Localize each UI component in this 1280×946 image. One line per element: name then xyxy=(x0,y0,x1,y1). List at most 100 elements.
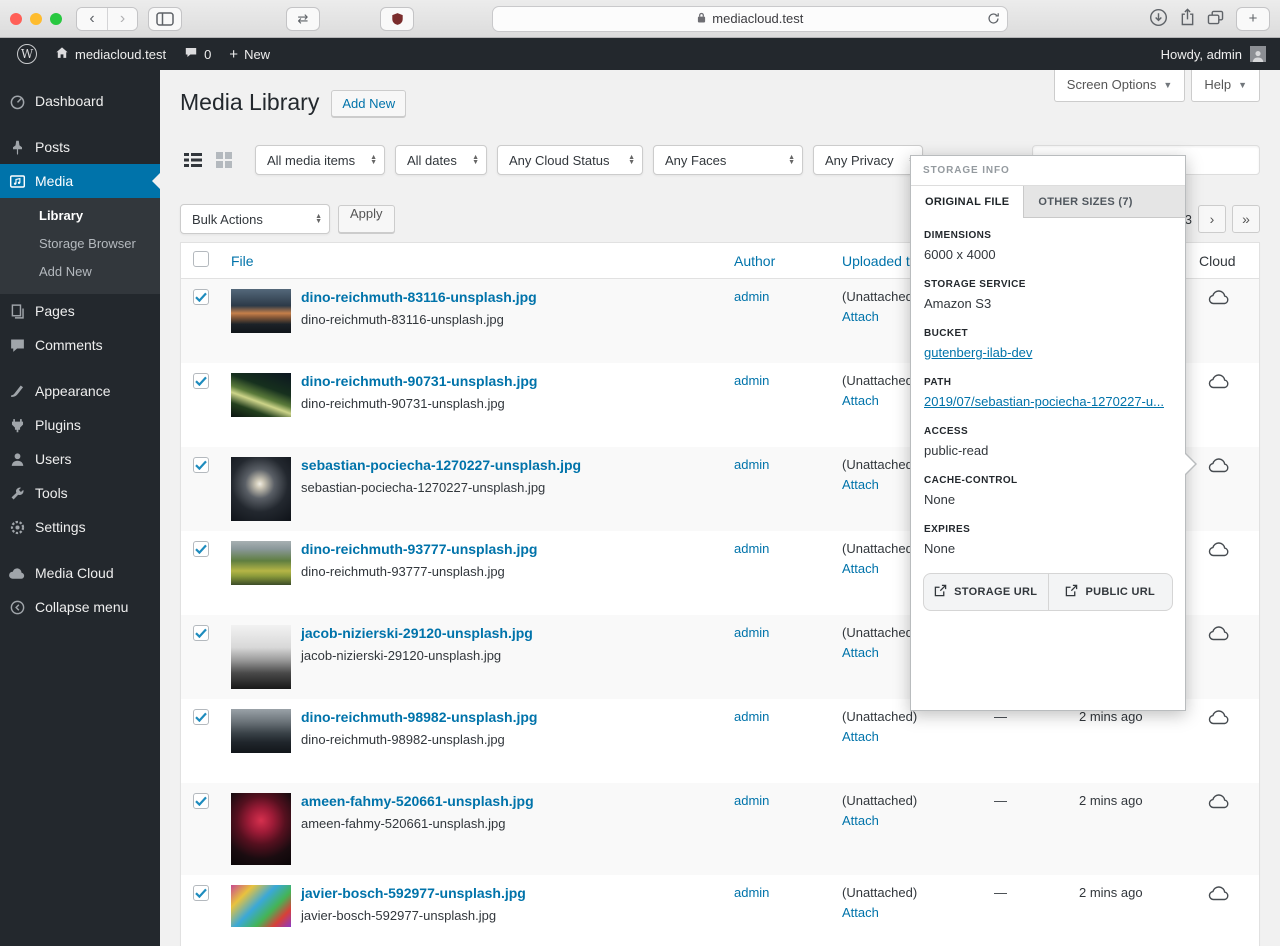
apply-button[interactable]: Apply xyxy=(338,205,395,233)
faces-filter[interactable]: Any Faces ▲▼ xyxy=(653,145,803,175)
sidebar-item-posts[interactable]: Posts xyxy=(0,130,160,164)
cloud-status-icon[interactable] xyxy=(1207,541,1231,561)
media-title-link[interactable]: dino-reichmuth-83116-unsplash.jpg xyxy=(301,289,537,305)
screen-options-tab[interactable]: Screen Options ▼ xyxy=(1054,70,1186,102)
privacy-filter[interactable]: Any Privacy ▲▼ xyxy=(813,145,923,175)
row-checkbox[interactable] xyxy=(193,457,209,473)
sidebar-subitem-add-new[interactable]: Add New xyxy=(0,258,160,286)
public-url-button[interactable]: PUBLIC URL xyxy=(1048,574,1173,610)
sidebar-item-tools[interactable]: Tools xyxy=(0,476,160,510)
select-all-checkbox[interactable] xyxy=(193,251,209,267)
cloud-status-filter[interactable]: Any Cloud Status ▲▼ xyxy=(497,145,643,175)
maximize-window-icon[interactable] xyxy=(50,13,62,25)
row-checkbox[interactable] xyxy=(193,373,209,389)
storage-url-button[interactable]: STORAGE URL xyxy=(924,574,1048,610)
tabs-overview-icon[interactable] xyxy=(1207,10,1224,28)
forward-button[interactable]: › xyxy=(107,8,137,30)
author-link[interactable]: admin xyxy=(734,289,769,304)
comments-menu[interactable]: 0 xyxy=(175,38,220,70)
close-window-icon[interactable] xyxy=(10,13,22,25)
sidebar-item-pages[interactable]: Pages xyxy=(0,294,160,328)
column-header-author[interactable]: Author xyxy=(734,253,842,269)
sidebar-toggle-icon[interactable] xyxy=(148,7,182,31)
sidebar-item-dashboard[interactable]: Dashboard xyxy=(0,84,160,118)
attach-link[interactable]: Attach xyxy=(842,813,994,828)
row-checkbox[interactable] xyxy=(193,289,209,305)
row-checkbox[interactable] xyxy=(193,885,209,901)
date-filter[interactable]: All dates ▲▼ xyxy=(395,145,487,175)
field-value[interactable]: gutenberg-ilab-dev xyxy=(924,345,1172,360)
media-thumbnail[interactable] xyxy=(231,885,291,927)
wp-logo-menu[interactable]: W xyxy=(8,38,46,70)
author-link[interactable]: admin xyxy=(734,541,769,556)
cloud-status-icon[interactable] xyxy=(1207,457,1231,477)
author-link[interactable]: admin xyxy=(734,373,769,388)
downloads-icon[interactable] xyxy=(1149,8,1168,30)
media-title-link[interactable]: dino-reichmuth-98982-unsplash.jpg xyxy=(301,709,537,725)
back-button[interactable]: ‹ xyxy=(77,8,107,30)
media-thumbnail[interactable] xyxy=(231,541,291,585)
row-checkbox[interactable] xyxy=(193,709,209,725)
sidebar-item-plugins[interactable]: Plugins xyxy=(0,408,160,442)
row-checkbox[interactable] xyxy=(193,793,209,809)
tab-original-file[interactable]: ORIGINAL FILE xyxy=(911,186,1023,218)
cloud-status-icon[interactable] xyxy=(1207,709,1231,729)
author-link[interactable]: admin xyxy=(734,885,769,900)
sidebar-item-settings[interactable]: Settings xyxy=(0,510,160,544)
help-tab[interactable]: Help ▼ xyxy=(1191,70,1260,102)
sidebar-item-users[interactable]: Users xyxy=(0,442,160,476)
address-bar[interactable]: mediacloud.test xyxy=(492,6,1008,32)
list-view-icon[interactable] xyxy=(180,147,206,173)
sidebar-item-media[interactable]: Media xyxy=(0,164,160,198)
media-title-link[interactable]: jacob-nizierski-29120-unsplash.jpg xyxy=(301,625,533,641)
sidebar-item-media-cloud[interactable]: Media Cloud xyxy=(0,556,160,590)
reload-icon[interactable] xyxy=(987,12,1000,28)
minimize-window-icon[interactable] xyxy=(30,13,42,25)
author-link[interactable]: admin xyxy=(734,709,769,724)
share-icon[interactable] xyxy=(1180,8,1195,29)
next-page-button[interactable]: › xyxy=(1198,205,1226,233)
media-thumbnail[interactable] xyxy=(231,289,291,333)
cloud-status-icon[interactable] xyxy=(1207,289,1231,309)
row-checkbox[interactable] xyxy=(193,541,209,557)
media-title-link[interactable]: dino-reichmuth-90731-unsplash.jpg xyxy=(301,373,537,389)
media-title-link[interactable]: ameen-fahmy-520661-unsplash.jpg xyxy=(301,793,534,809)
tab-other-sizes[interactable]: OTHER SIZES (7) xyxy=(1023,186,1185,218)
field-value[interactable]: 2019/07/sebastian-pociecha-1270227-u... xyxy=(924,394,1172,409)
column-header-file[interactable]: File xyxy=(231,253,734,269)
last-page-button[interactable]: » xyxy=(1232,205,1260,233)
cloud-status-icon[interactable] xyxy=(1207,793,1231,813)
sidebar-item-collapse-menu[interactable]: Collapse menu xyxy=(0,590,160,624)
extension-arrows-icon[interactable]: ⇄ xyxy=(286,7,320,31)
new-content-menu[interactable]: + New xyxy=(220,38,279,70)
my-account-menu[interactable]: Howdy, admin xyxy=(1161,46,1272,62)
media-thumbnail[interactable] xyxy=(231,625,291,689)
media-type-filter[interactable]: All media items ▲▼ xyxy=(255,145,385,175)
cloud-status-icon[interactable] xyxy=(1207,625,1231,645)
cloud-status-icon[interactable] xyxy=(1207,885,1231,905)
media-thumbnail[interactable] xyxy=(231,373,291,417)
site-menu[interactable]: mediacloud.test xyxy=(46,38,175,70)
sidebar-item-comments[interactable]: Comments xyxy=(0,328,160,362)
bulk-actions-select[interactable]: Bulk Actions ▲▼ xyxy=(180,204,330,234)
add-new-button[interactable]: Add New xyxy=(331,90,406,117)
attach-link[interactable]: Attach xyxy=(842,905,994,920)
media-thumbnail[interactable] xyxy=(231,793,291,865)
sidebar-item-appearance[interactable]: Appearance xyxy=(0,374,160,408)
media-thumbnail[interactable] xyxy=(231,457,291,521)
author-link[interactable]: admin xyxy=(734,625,769,640)
cloud-status-icon[interactable] xyxy=(1207,373,1231,393)
grid-view-icon[interactable] xyxy=(211,147,237,173)
row-checkbox[interactable] xyxy=(193,625,209,641)
author-link[interactable]: admin xyxy=(734,793,769,808)
media-title-link[interactable]: javier-bosch-592977-unsplash.jpg xyxy=(301,885,526,901)
media-title-link[interactable]: dino-reichmuth-93777-unsplash.jpg xyxy=(301,541,537,557)
media-thumbnail[interactable] xyxy=(231,709,291,753)
sidebar-subitem-storage-browser[interactable]: Storage Browser xyxy=(0,230,160,258)
attach-link[interactable]: Attach xyxy=(842,729,994,744)
author-link[interactable]: admin xyxy=(734,457,769,472)
extension-shield-icon[interactable] xyxy=(380,7,414,31)
sidebar-subitem-library[interactable]: Library xyxy=(0,202,160,230)
new-tab-button[interactable]: + xyxy=(1236,7,1270,31)
media-title-link[interactable]: sebastian-pociecha-1270227-unsplash.jpg xyxy=(301,457,581,473)
